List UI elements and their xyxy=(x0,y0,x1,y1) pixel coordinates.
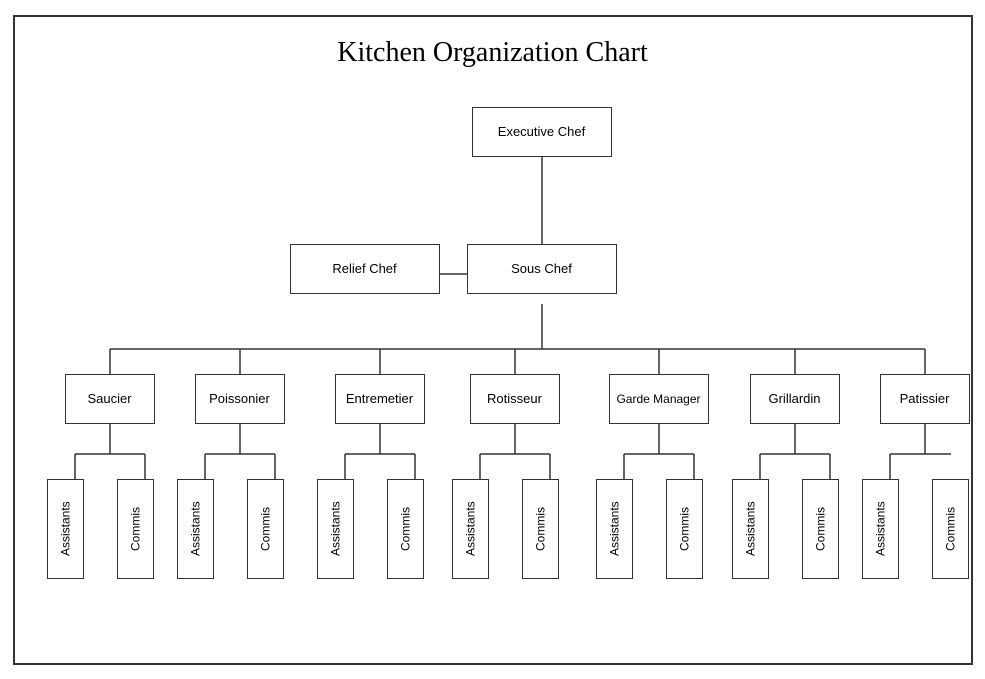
node-saucier-assistants: Assistants xyxy=(47,479,84,579)
node-garde-manager: Garde Manager xyxy=(609,374,709,424)
node-garde-manager-commis: Commis xyxy=(666,479,703,579)
org-chart: Executive Chef Relief Chef Sous Chef Sau… xyxy=(35,89,951,653)
node-patissier: Patissier xyxy=(880,374,970,424)
node-grillardin-assistants: Assistants xyxy=(732,479,769,579)
node-rotisseur-commis: Commis xyxy=(522,479,559,579)
node-rotisseur: Rotisseur xyxy=(470,374,560,424)
node-grillardin: Grillardin xyxy=(750,374,840,424)
node-garde-manager-assistants: Assistants xyxy=(596,479,633,579)
node-saucier: Saucier xyxy=(65,374,155,424)
node-executive-chef: Executive Chef xyxy=(472,107,612,157)
node-poissonier: Poissonier xyxy=(195,374,285,424)
node-entremetier-commis: Commis xyxy=(387,479,424,579)
chart-title: Kitchen Organization Chart xyxy=(337,37,648,69)
node-relief-chef: Relief Chef xyxy=(290,244,440,294)
node-rotisseur-assistants: Assistants xyxy=(452,479,489,579)
node-grillardin-commis: Commis xyxy=(802,479,839,579)
node-patissier-assistants: Assistants xyxy=(862,479,899,579)
chart-container: Kitchen Organization Chart xyxy=(13,15,973,665)
node-entremetier-assistants: Assistants xyxy=(317,479,354,579)
node-saucier-commis: Commis xyxy=(117,479,154,579)
node-sous-chef: Sous Chef xyxy=(467,244,617,294)
node-poissonier-commis: Commis xyxy=(247,479,284,579)
node-patissier-commis: Commis xyxy=(932,479,969,579)
node-poissonier-assistants: Assistants xyxy=(177,479,214,579)
node-entremetier: Entremetier xyxy=(335,374,425,424)
